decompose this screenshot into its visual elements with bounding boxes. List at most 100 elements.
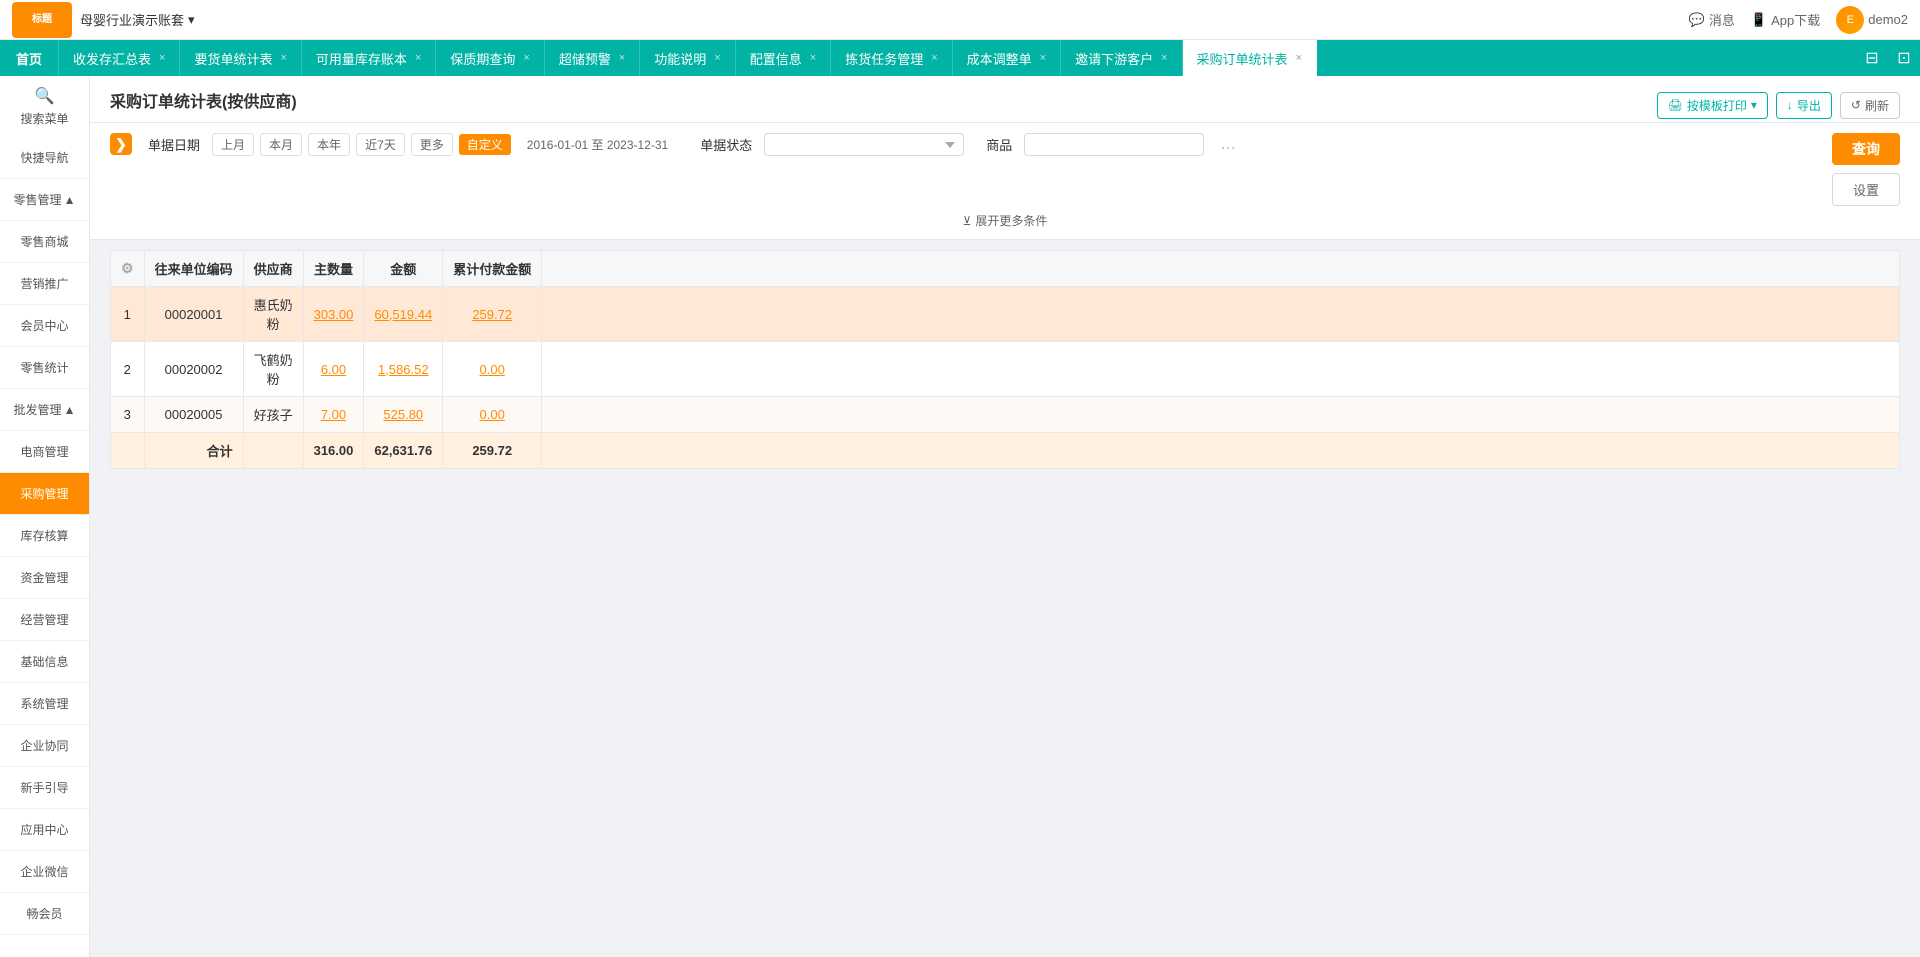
close-tab-invite-downstream[interactable]: × <box>1161 52 1167 64</box>
sidebar-item-basic-info[interactable]: 基础信息 <box>0 641 89 683</box>
cell-qty[interactable]: 6.00 <box>303 342 364 397</box>
sidebar-item-system[interactable]: 系统管理 <box>0 683 89 725</box>
workspace-selector[interactable]: 母婴行业演示账套 ▾ <box>80 10 195 29</box>
status-filter-label: 单据状态 <box>700 135 752 154</box>
close-tab-order-summary[interactable]: × <box>280 52 286 64</box>
query-actions: 查询 设置 <box>1832 133 1900 206</box>
tab-order-summary[interactable]: 要货单统计表 × <box>180 40 301 76</box>
close-tab-config-info[interactable]: × <box>810 52 816 64</box>
sidebar-item-purchase[interactable]: 采购管理 <box>0 473 89 515</box>
sidebar-item-enterprise-coop[interactable]: 企业协同 <box>0 725 89 767</box>
nav-fullscreen-button[interactable]: ⊡ <box>1888 40 1920 76</box>
cell-no: 3 <box>111 397 145 433</box>
message-button[interactable]: 💬 消息 <box>1689 10 1735 29</box>
sidebar-item-quick-nav[interactable]: 快捷导航 <box>0 137 89 179</box>
more-filter-icon[interactable]: … <box>1220 136 1236 154</box>
close-tab-cost-adjust[interactable]: × <box>1040 52 1046 64</box>
cell-paid[interactable]: 259.72 <box>443 287 542 342</box>
th-gear[interactable]: ⚙ <box>111 251 145 287</box>
sidebar-item-inventory[interactable]: 库存核算 <box>0 515 89 557</box>
tab-home[interactable]: 首页 <box>0 40 59 76</box>
tab-receive-send[interactable]: 收发存汇总表 × <box>59 40 180 76</box>
last-month-btn[interactable]: 上月 <box>212 133 254 156</box>
close-tab-picking-task[interactable]: × <box>931 52 937 64</box>
export-button[interactable]: ↓ 导出 <box>1776 92 1832 119</box>
sidebar-item-enterprise-wechat[interactable]: 企业微信 <box>0 851 89 893</box>
sidebar-item-operations[interactable]: 经营管理 <box>0 599 89 641</box>
close-tab-warranty[interactable]: × <box>523 52 529 64</box>
template-print-button[interactable]: 🖨 按模板打印 ▾ <box>1657 92 1768 119</box>
sidebar-item-member[interactable]: 会员中心 <box>0 305 89 347</box>
status-select[interactable] <box>764 133 964 156</box>
table-header-row: ⚙ 往来单位编码 供应商 主数量 金额 累计付款金额 <box>111 251 1900 287</box>
sidebar-item-wholesale[interactable]: 批发管理 ▲ <box>0 389 89 431</box>
sidebar-item-marketing[interactable]: 营销推广 <box>0 263 89 305</box>
custom-date-btn[interactable]: 自定义 <box>459 134 511 155</box>
sidebar-item-ecommerce[interactable]: 电商管理 <box>0 431 89 473</box>
tab-function-desc[interactable]: 功能说明 × <box>640 40 735 76</box>
this-year-btn[interactable]: 本年 <box>308 133 350 156</box>
filter-toggle-button[interactable]: ❯ <box>110 133 132 155</box>
cell-qty[interactable]: 7.00 <box>303 397 364 433</box>
goods-filter-label: 商品 <box>986 135 1012 154</box>
user-profile[interactable]: E demo2 <box>1836 6 1908 34</box>
nav-collapse-button[interactable]: ⊟ <box>1856 40 1888 76</box>
table-container: ⚙ 往来单位编码 供应商 主数量 金额 累计付款金额 1 00020001 <box>90 240 1920 957</box>
close-tab-receive-send[interactable]: × <box>159 52 165 64</box>
sidebar-item-finance[interactable]: 资金管理 <box>0 557 89 599</box>
last-7-days-btn[interactable]: 近7天 <box>356 133 405 156</box>
query-button[interactable]: 查询 <box>1832 133 1900 165</box>
close-tab-available-stock[interactable]: × <box>415 52 421 64</box>
sidebar-item-new-guide[interactable]: 新手引导 <box>0 767 89 809</box>
close-tab-function-desc[interactable]: × <box>714 52 720 64</box>
gear-icon[interactable]: ⚙ <box>121 260 134 276</box>
tab-cost-adjust[interactable]: 成本调整单 × <box>953 40 1061 76</box>
tab-picking-task[interactable]: 拣货任务管理 × <box>831 40 952 76</box>
cell-paid[interactable]: 0.00 <box>443 397 542 433</box>
sidebar: 🔍 搜索菜单 快捷导航 零售管理 ▲ 零售商城 营销推广 会员中心 零售统计 批… <box>0 76 90 957</box>
table-row: 2 00020002 飞鹤奶粉 6.00 1,586.52 0.00 <box>111 342 1900 397</box>
tab-overstock[interactable]: 超储预警 × <box>545 40 640 76</box>
top-bar: 标题 母婴行业演示账套 ▾ 💬 消息 📱 App下载 E demo2 <box>0 0 1920 40</box>
data-table: ⚙ 往来单位编码 供应商 主数量 金额 累计付款金额 1 00020001 <box>110 250 1900 469</box>
tab-purchase-order-summary[interactable]: 采购订单统计表 × <box>1183 40 1317 76</box>
tab-available-stock[interactable]: 可用量库存账本 × <box>302 40 436 76</box>
filter-area: ❯ 单据日期 上月 本月 本年 近7天 更多 自定义 2016-01-01 至 … <box>90 123 1920 240</box>
refresh-button[interactable]: ↺ 刷新 <box>1840 92 1900 119</box>
cell-no: 2 <box>111 342 145 397</box>
footer-amount: 62,631.76 <box>364 433 443 469</box>
tab-warranty[interactable]: 保质期查询 × <box>436 40 544 76</box>
top-bar-left: 标题 母婴行业演示账套 ▾ <box>12 2 195 38</box>
goods-input[interactable] <box>1024 133 1204 156</box>
close-tab-purchase-order-summary[interactable]: × <box>1296 52 1302 64</box>
sidebar-item-vip[interactable]: 畅会员 <box>0 893 89 935</box>
date-range-display: 2016-01-01 至 2023-12-31 <box>527 136 668 153</box>
refresh-icon: ↺ <box>1851 98 1861 112</box>
setting-button[interactable]: 设置 <box>1832 173 1900 206</box>
cell-amount[interactable]: 525.80 <box>364 397 443 433</box>
page-header: 采购订单统计表(按供应商) 🖨 按模板打印 ▾ ↓ 导出 ↺ 刷新 <box>90 76 1920 123</box>
close-tab-overstock[interactable]: × <box>619 52 625 64</box>
content-area: 采购订单统计表(按供应商) 🖨 按模板打印 ▾ ↓ 导出 ↺ 刷新 <box>90 76 1920 957</box>
cell-qty[interactable]: 303.00 <box>303 287 364 342</box>
cell-supplier: 惠氏奶粉 <box>243 287 303 342</box>
sidebar-item-retail-stats[interactable]: 零售统计 <box>0 347 89 389</box>
date-filter-label: 单据日期 <box>148 135 200 154</box>
sidebar-item-retail[interactable]: 零售管理 ▲ <box>0 179 89 221</box>
sidebar-item-app-center[interactable]: 应用中心 <box>0 809 89 851</box>
more-date-btn[interactable]: 更多 <box>411 133 453 156</box>
export-icon: ↓ <box>1787 98 1793 112</box>
cell-amount[interactable]: 60,519.44 <box>364 287 443 342</box>
table-footer-row: 合计 316.00 62,631.76 259.72 <box>111 433 1900 469</box>
tab-invite-downstream[interactable]: 邀请下游客户 × <box>1061 40 1182 76</box>
expand-more-button[interactable]: ⊻ 展开更多条件 <box>963 212 1048 229</box>
app-download-button[interactable]: 📱 App下载 <box>1751 10 1820 29</box>
th-amount: 金额 <box>364 251 443 287</box>
cell-amount[interactable]: 1,586.52 <box>364 342 443 397</box>
sidebar-search[interactable]: 🔍 搜索菜单 <box>0 76 89 137</box>
sidebar-item-retail-mall[interactable]: 零售商城 <box>0 221 89 263</box>
expand-icon: ⊻ <box>963 214 972 228</box>
this-month-btn[interactable]: 本月 <box>260 133 302 156</box>
tab-config-info[interactable]: 配置信息 × <box>736 40 831 76</box>
cell-paid[interactable]: 0.00 <box>443 342 542 397</box>
